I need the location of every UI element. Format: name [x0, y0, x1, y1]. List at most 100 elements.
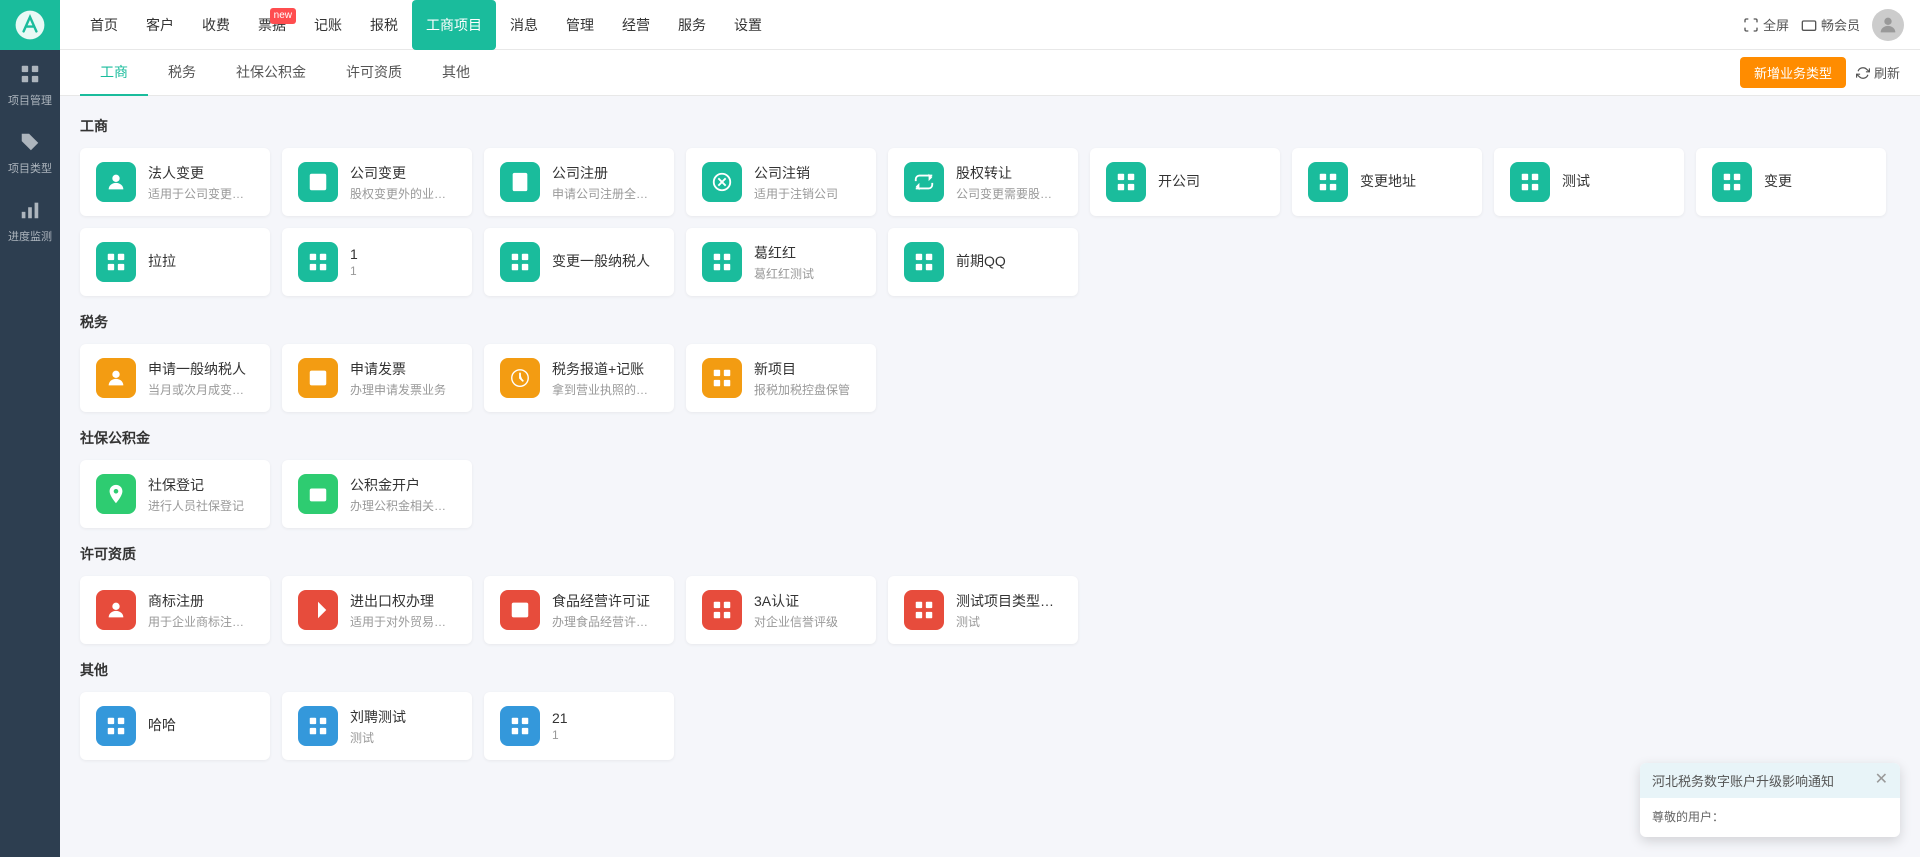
nav-tax[interactable]: 报税: [356, 0, 412, 50]
card-apply-invoice[interactable]: 申请发票 办理申请发票业务: [282, 344, 472, 412]
sidebar: 项目管理 项目类型 进度监测: [0, 0, 60, 857]
card-text: 3A认证 对企业信誉评级: [754, 591, 860, 630]
chat-close-button[interactable]: ✕: [1875, 772, 1888, 788]
refresh-button[interactable]: 刷新: [1856, 57, 1900, 88]
card-text: 新项目 报税加税控盘保管: [754, 359, 860, 398]
nav-invoice[interactable]: 票据 new: [244, 0, 300, 50]
card-text: 测试项目类型定义 测试: [956, 591, 1062, 630]
sidebar-item-project-type[interactable]: 项目类型: [0, 118, 60, 186]
tab-license[interactable]: 许可资质: [326, 50, 422, 96]
card-name: 新项目: [754, 359, 860, 379]
card-name: 股权转让: [956, 163, 1062, 183]
card-icon: [500, 358, 540, 398]
card-fund-open[interactable]: 公积金开户 办理公积金相关业务: [282, 460, 472, 528]
card-haha[interactable]: 哈哈: [80, 692, 270, 760]
card-desc: 办理申请发票业务: [350, 381, 456, 398]
sidebar-item-progress-monitor[interactable]: 进度监测: [0, 186, 60, 254]
card-apply-taxpayer[interactable]: 申请一般纳税人 当月或次月成变更完成: [80, 344, 270, 412]
sidebar-item-label: 项目类型: [8, 160, 52, 176]
card-social-register[interactable]: 社保登记 进行人员社保登记: [80, 460, 270, 528]
fullscreen-btn[interactable]: 全屏: [1743, 15, 1789, 34]
card-text: 公司注册 申请公司注册全流程: [552, 163, 658, 202]
card-name: 1: [350, 246, 456, 262]
card-new-project[interactable]: 新项目 报税加税控盘保管: [686, 344, 876, 412]
card-company-cancel[interactable]: 公司注销 适用于注销公司: [686, 148, 876, 216]
chat-notify-header: 河北税务数字账户升级影响通知 ✕: [1640, 763, 1900, 798]
nav-customer[interactable]: 客户: [132, 0, 188, 50]
card-icon: [702, 358, 742, 398]
card-front-qq[interactable]: 前期QQ: [888, 228, 1078, 296]
fullscreen-label: 全屏: [1763, 15, 1789, 34]
topnav-right: 全屏 畅会员: [1743, 9, 1904, 41]
card-desc: 1: [552, 728, 658, 742]
card-trademark[interactable]: 商标注册 用于企业商标注册服务: [80, 576, 270, 644]
card-import-export[interactable]: 进出口权办理 适用于对外贸易经营者: [282, 576, 472, 644]
card-text: 法人变更 适用于公司变更法人: [148, 163, 254, 202]
card-test-project-type[interactable]: 测试项目类型定义 测试: [888, 576, 1078, 644]
card-name: 变更地址: [1360, 171, 1466, 191]
nav-accounting[interactable]: 记账: [300, 0, 356, 50]
tab-social[interactable]: 社保公积金: [216, 50, 326, 96]
card-change-taxpayer[interactable]: 变更一般纳税人: [484, 228, 674, 296]
nav-home[interactable]: 首页: [76, 0, 132, 50]
card-icon: [1106, 162, 1146, 202]
card-desc: 适用于对外贸易经营者: [350, 613, 456, 630]
sidebar-item-label: 项目管理: [8, 92, 52, 108]
card-liupeng[interactable]: 刘聘测试 测试: [282, 692, 472, 760]
card-text: 前期QQ: [956, 251, 1062, 273]
card-name: 食品经营许可证: [552, 591, 658, 611]
nav-operation[interactable]: 经营: [608, 0, 664, 50]
card-lala[interactable]: 拉拉: [80, 228, 270, 296]
card-desc: 1: [350, 264, 456, 278]
nav-management[interactable]: 管理: [552, 0, 608, 50]
card-text: 社保登记 进行人员社保登记: [148, 475, 254, 514]
card-company-change[interactable]: 公司变更 股权变更外的业务变更: [282, 148, 472, 216]
card-icon: [904, 162, 944, 202]
card-text: 申请一般纳税人 当月或次月成变更完成: [148, 359, 254, 398]
card-change2[interactable]: 变更: [1696, 148, 1886, 216]
card-text: 21 1: [552, 710, 658, 742]
nav-billing[interactable]: 收费: [188, 0, 244, 50]
card-desc: 公司变更需要股权转让: [956, 185, 1062, 202]
card-num1[interactable]: 1 1: [282, 228, 472, 296]
card-desc: 办理食品经营许可证: [552, 613, 658, 630]
card-change-address[interactable]: 变更地址: [1292, 148, 1482, 216]
member-btn[interactable]: 畅会员: [1801, 15, 1860, 34]
page-body: 工商 法人变更 适用于公司变更法人: [60, 96, 1920, 784]
card-test1[interactable]: 测试: [1494, 148, 1684, 216]
section-title-license: 许可资质: [80, 544, 1900, 564]
card-name: 公司注销: [754, 163, 860, 183]
card-gehonghong[interactable]: 葛红红 葛红红测试: [686, 228, 876, 296]
card-text: 进出口权办理 适用于对外贸易经营者: [350, 591, 456, 630]
card-company-register[interactable]: 公司注册 申请公司注册全流程: [484, 148, 674, 216]
card-text: 变更地址: [1360, 171, 1466, 193]
card-tax-report[interactable]: 税务报道+记账 拿到营业执照的新公司: [484, 344, 674, 412]
nav-settings[interactable]: 设置: [720, 0, 776, 50]
card-text: 食品经营许可证 办理食品经营许可证: [552, 591, 658, 630]
section-title-other: 其他: [80, 660, 1900, 680]
card-legal-change[interactable]: 法人变更 适用于公司变更法人: [80, 148, 270, 216]
card-desc: 用于企业商标注册服务: [148, 613, 254, 630]
tag-icon: [16, 128, 44, 156]
refresh-label: 刷新: [1874, 63, 1900, 82]
sidebar-logo[interactable]: [0, 0, 60, 50]
nav-message[interactable]: 消息: [496, 0, 552, 50]
card-open-company[interactable]: 开公司: [1090, 148, 1280, 216]
new-type-button[interactable]: 新增业务类型: [1740, 57, 1846, 88]
chat-notify-body: 尊敬的用户：: [1640, 798, 1900, 837]
nav-service[interactable]: 服务: [664, 0, 720, 50]
card-equity-transfer[interactable]: 股权转让 公司变更需要股权转让: [888, 148, 1078, 216]
card-icon: [1510, 162, 1550, 202]
tab-other[interactable]: 其他: [422, 50, 490, 96]
card-name: 拉拉: [148, 251, 254, 271]
sidebar-item-project-management[interactable]: 项目管理: [0, 50, 60, 118]
card-text: 股权转让 公司变更需要股权转让: [956, 163, 1062, 202]
tab-industry[interactable]: 工商: [80, 50, 148, 96]
avatar[interactable]: [1872, 9, 1904, 41]
nav-industry[interactable]: 工商项目: [412, 0, 496, 50]
card-food-license[interactable]: 食品经营许可证 办理食品经营许可证: [484, 576, 674, 644]
card-name: 21: [552, 710, 658, 726]
tab-tax[interactable]: 税务: [148, 50, 216, 96]
card-num21[interactable]: 21 1: [484, 692, 674, 760]
card-3a-cert[interactable]: 3A认证 对企业信誉评级: [686, 576, 876, 644]
